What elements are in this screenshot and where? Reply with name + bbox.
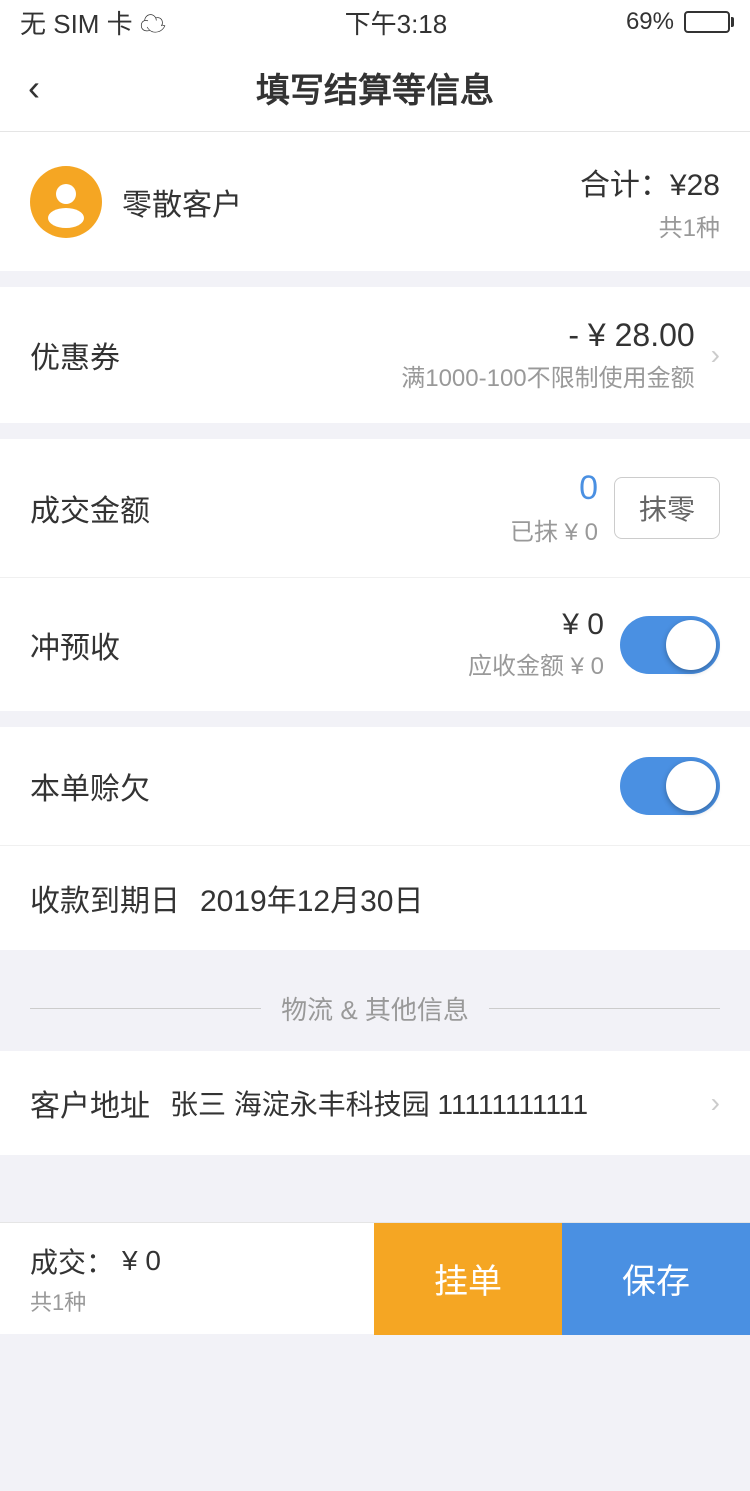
advance-toggle-knob xyxy=(666,620,716,670)
back-button[interactable]: ‹ xyxy=(28,67,40,109)
bottom-bar: 成交： ¥ 0 共1种 挂单 保存 xyxy=(0,1222,750,1334)
bottom-transaction: 成交： ¥ 0 xyxy=(30,1241,344,1281)
logistics-title: 物流 & 其他信息 xyxy=(281,990,469,1027)
logistics-line-left xyxy=(30,1008,261,1009)
status-right: 69% xyxy=(626,8,730,36)
hang-order-button[interactable]: 挂单 xyxy=(374,1223,562,1335)
address-row[interactable]: 客户地址 张三 海淀永丰科技园 11111111111 › xyxy=(0,1051,750,1155)
debt-toggle-knob xyxy=(666,761,716,811)
coupon-right: - ¥ 28.00 满1000-100不限制使用金额 › xyxy=(401,317,720,393)
transaction-right: 0 已抹 ¥ 0 抹零 xyxy=(510,469,720,547)
transaction-row: 成交金额 0 已抹 ¥ 0 抹零 xyxy=(0,439,750,578)
advance-right: ¥ 0 应收金额 ¥ 0 xyxy=(468,608,720,681)
coupon-chevron-icon: › xyxy=(711,339,720,371)
advance-amount: ¥ 0 xyxy=(468,608,604,642)
advance-toggle[interactable] xyxy=(620,616,720,674)
logistics-header: 物流 & 其他信息 xyxy=(0,966,750,1051)
user-icon xyxy=(40,176,92,228)
total-count: 共1种 xyxy=(580,208,720,243)
coupon-amount: - ¥ 28.00 xyxy=(401,317,694,354)
advance-label: 冲预收 xyxy=(30,623,120,667)
address-chevron-icon: › xyxy=(711,1087,720,1119)
logistics-line-right xyxy=(489,1008,720,1009)
total-amount: 合计：¥28 xyxy=(580,160,720,204)
due-date-row: 收款到期日 2019年12月30日 xyxy=(0,845,750,950)
status-bar: 无 SIM 卡 ☁ 下午3:18 69% xyxy=(0,0,750,44)
customer-row: 零散客户 合计：¥28 共1种 xyxy=(0,132,750,271)
advance-value-area: ¥ 0 应收金额 ¥ 0 xyxy=(468,608,604,681)
advance-receivable: 应收金额 ¥ 0 xyxy=(468,646,604,681)
transaction-section: 成交金额 0 已抹 ¥ 0 抹零 冲预收 ¥ 0 应收金额 ¥ 0 xyxy=(0,439,750,711)
address-value: 张三 海淀永丰科技园 11111111111 xyxy=(170,1083,711,1123)
coupon-value: - ¥ 28.00 满1000-100不限制使用金额 xyxy=(401,317,694,393)
already-rounded-text: 已抹 ¥ 0 xyxy=(510,512,598,547)
bottom-transaction-label: 成交： xyxy=(30,1241,114,1281)
due-date-label: 收款到期日 xyxy=(30,876,180,920)
transaction-value-area: 0 已抹 ¥ 0 xyxy=(510,469,598,547)
page-title: 填写结算等信息 xyxy=(256,63,494,112)
customer-right: 合计：¥28 共1种 xyxy=(580,160,720,243)
avatar xyxy=(30,166,102,238)
coupon-section: 优惠券 - ¥ 28.00 满1000-100不限制使用金额 › xyxy=(0,287,750,423)
bottom-summary: 成交： ¥ 0 共1种 xyxy=(0,1241,374,1317)
transaction-value: 0 xyxy=(510,469,598,508)
debt-toggle[interactable] xyxy=(620,757,720,815)
bottom-count: 共1种 xyxy=(30,1285,344,1317)
customer-name: 零散客户 xyxy=(122,180,242,224)
debt-row: 本单赊欠 xyxy=(0,727,750,845)
coupon-desc: 满1000-100不限制使用金额 xyxy=(401,358,694,393)
battery-icon xyxy=(684,11,730,33)
status-time: 下午3:18 xyxy=(345,4,448,41)
bottom-transaction-value: ¥ 0 xyxy=(122,1245,161,1277)
coupon-label: 优惠券 xyxy=(30,333,120,377)
nav-bar: ‹ 填写结算等信息 xyxy=(0,44,750,132)
save-button[interactable]: 保存 xyxy=(562,1223,750,1335)
customer-left: 零散客户 xyxy=(30,166,242,238)
coupon-row[interactable]: 优惠券 - ¥ 28.00 满1000-100不限制使用金额 › xyxy=(0,287,750,423)
round-zero-button[interactable]: 抹零 xyxy=(614,477,720,539)
status-left: 无 SIM 卡 ☁ xyxy=(20,4,166,41)
battery-percent: 69% xyxy=(626,8,674,36)
address-label: 客户地址 xyxy=(30,1081,150,1125)
due-date-value: 2019年12月30日 xyxy=(200,876,423,920)
debt-label: 本单赊欠 xyxy=(30,764,150,808)
advance-row: 冲预收 ¥ 0 应收金额 ¥ 0 xyxy=(0,578,750,711)
transaction-label: 成交金额 xyxy=(30,486,150,530)
debt-section: 本单赊欠 收款到期日 2019年12月30日 xyxy=(0,727,750,950)
sim-label: 无 SIM 卡 ☁ xyxy=(20,4,166,41)
address-section: 客户地址 张三 海淀永丰科技园 11111111111 › xyxy=(0,1051,750,1155)
